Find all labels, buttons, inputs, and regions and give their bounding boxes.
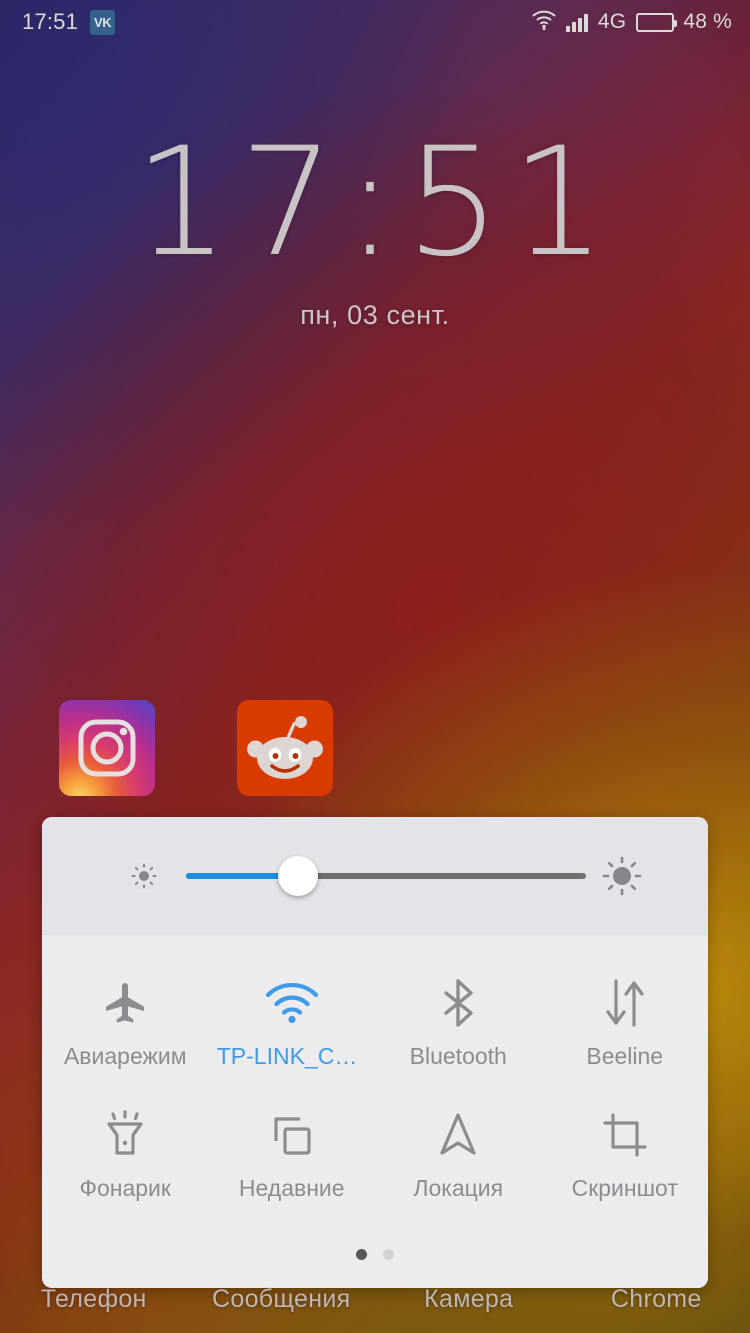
network-type-label: 4G bbox=[597, 10, 627, 33]
quick-settings-row-2: Фонарик Недавние Локация Скриншот bbox=[42, 1089, 708, 1221]
wifi-icon bbox=[264, 975, 320, 1031]
qs-tile-mobile-data[interactable]: Beeline bbox=[542, 957, 709, 1089]
quick-settings-row-1: Авиарежим TP-LINK_C1… Bluetooth Beeline bbox=[42, 957, 708, 1089]
qs-tile-wifi[interactable]: TP-LINK_C1… bbox=[209, 957, 376, 1089]
wifi-icon bbox=[531, 8, 557, 36]
location-icon bbox=[436, 1107, 480, 1163]
qs-tile-location[interactable]: Локация bbox=[375, 1089, 542, 1221]
battery-icon bbox=[636, 12, 678, 32]
qs-tile-airplane[interactable]: Авиарежим bbox=[42, 957, 209, 1089]
page-dot-1[interactable] bbox=[356, 1249, 367, 1260]
dock: Телефон Сообщения Камера Chrome bbox=[0, 1279, 750, 1333]
status-bar: 17:51 VK 4G 48 % bbox=[0, 0, 750, 44]
signal-bars-icon bbox=[565, 13, 588, 32]
dock-item-label: Камера bbox=[424, 1285, 514, 1313]
qs-tile-flashlight[interactable]: Фонарик bbox=[42, 1089, 209, 1221]
qs-tile-label: TP-LINK_C1… bbox=[216, 1043, 367, 1069]
qs-tile-label: Beeline bbox=[586, 1043, 664, 1069]
dock-item-phone[interactable]: Телефон bbox=[0, 1285, 188, 1314]
status-bar-clock: 17:51 bbox=[22, 9, 79, 34]
dock-item-chrome[interactable]: Chrome bbox=[563, 1285, 750, 1314]
qs-tile-bluetooth[interactable]: Bluetooth bbox=[375, 957, 542, 1089]
phone-screen: 17:51 VK 4G 48 % 17:51 пн, 03 сент. Авиа… bbox=[0, 0, 750, 1333]
dock-item-label: Сообщения bbox=[212, 1285, 351, 1313]
qs-tile-recents[interactable]: Недавние bbox=[209, 1089, 376, 1221]
brightness-low-icon bbox=[124, 861, 164, 891]
page-dot-2[interactable] bbox=[383, 1249, 394, 1260]
brightness-slider[interactable] bbox=[186, 855, 586, 896]
battery-percent-label: 48 % bbox=[683, 10, 732, 33]
dock-item-camera[interactable]: Камера bbox=[375, 1285, 563, 1314]
quick-settings-tiles: Авиарежим TP-LINK_C1… Bluetooth Beeline … bbox=[42, 935, 708, 1221]
dock-item-label: Телефон bbox=[40, 1285, 147, 1313]
qs-tile-label: Bluetooth bbox=[409, 1043, 507, 1069]
dock-item-label: Chrome bbox=[610, 1285, 702, 1313]
brightness-row bbox=[42, 817, 708, 935]
qs-tile-label: Фонарик bbox=[79, 1175, 171, 1201]
quick-settings-page-dots[interactable] bbox=[42, 1249, 708, 1260]
qs-tile-label: Локация bbox=[413, 1175, 504, 1201]
mobile-data-icon bbox=[602, 975, 648, 1031]
brightness-slider-thumb[interactable] bbox=[278, 855, 318, 896]
vk-notification-icon: VK bbox=[90, 9, 116, 35]
qs-tile-screenshot[interactable]: Скриншот bbox=[542, 1089, 709, 1221]
status-bar-left: 17:51 VK bbox=[22, 9, 116, 35]
app-icon-instagram[interactable] bbox=[59, 700, 155, 796]
quick-settings-panel: Авиарежим TP-LINK_C1… Bluetooth Beeline … bbox=[42, 817, 708, 1288]
recents-icon bbox=[267, 1107, 317, 1163]
bluetooth-icon bbox=[436, 975, 480, 1031]
airplane-icon bbox=[101, 975, 149, 1031]
brightness-high-icon bbox=[598, 854, 646, 898]
status-bar-right: 4G 48 % bbox=[531, 8, 732, 36]
flashlight-icon bbox=[101, 1107, 149, 1163]
dock-item-messages[interactable]: Сообщения bbox=[188, 1285, 376, 1314]
qs-tile-label: Авиарежим bbox=[63, 1043, 187, 1069]
qs-tile-label: Недавние bbox=[238, 1175, 345, 1201]
app-icon-reddit[interactable] bbox=[237, 700, 333, 796]
qs-tile-label: Скриншот bbox=[571, 1175, 678, 1201]
screenshot-icon bbox=[600, 1107, 650, 1163]
